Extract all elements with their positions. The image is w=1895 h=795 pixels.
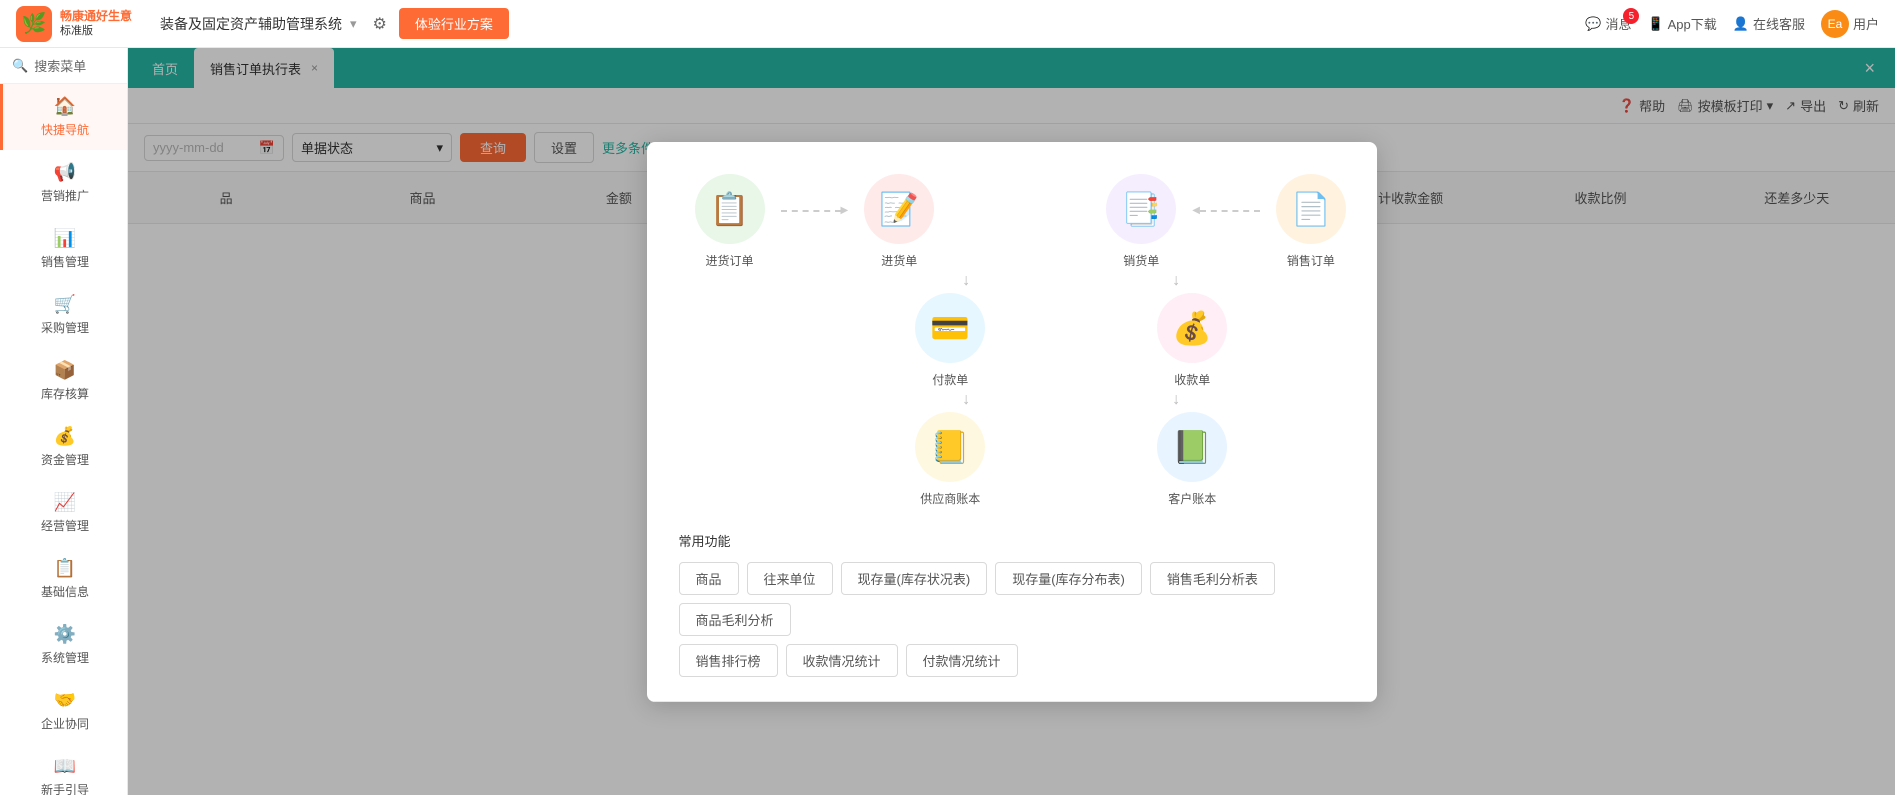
func-btn-payment-stat[interactable]: 付款情况统计 [906,644,1018,677]
func-buttons-row1: 商品 往来单位 现存量(库存状况表) 现存量(库存分布表) 销售毛利分析表 商品… [679,562,1345,636]
search-menu-btn[interactable]: 🔍 搜索菜单 [0,48,127,84]
search-icon: 🔍 [12,58,28,74]
logo-text: 畅康通好生意 标准版 [60,9,132,39]
purchase-icon: 🛒 [54,294,76,315]
sidebar-item-purchase[interactable]: 🛒 采购管理 [0,282,127,348]
enterprise-icon: 🤝 [54,690,76,711]
func-btn-product-gross[interactable]: 商品毛利分析 [679,603,791,636]
finance-icon: 💰 [54,426,76,447]
sidebar-item-finance[interactable]: 💰 资金管理 [0,414,127,480]
func-btn-receipt-stat[interactable]: 收款情况统计 [786,644,898,677]
purchase-receipt-icon: 📝 [864,174,934,244]
sidebar-item-sales[interactable]: 📊 销售管理 [0,216,127,282]
sidebar-item-basic[interactable]: 📋 基础信息 [0,546,127,612]
sidebar-item-inventory[interactable]: 📦 库存核算 [0,348,127,414]
modal-overlay[interactable]: 📋 进货订单 ▶ [128,48,1895,795]
app-download-btn[interactable]: 📱 App下载 [1647,14,1716,33]
common-functions: 常用功能 商品 往来单位 现存量(库存状况表) 现存量(库存分布表) 销售毛利分… [679,531,1345,677]
flow-node-supplier-account[interactable]: 📒 供应商账本 [915,412,985,507]
func-btn-stock-status[interactable]: 现存量(库存状况表) [841,562,988,595]
sales-order-icon: 📄 [1276,174,1346,244]
service-icon: 👤 [1733,16,1749,32]
sales-receipt-icon: 📑 [1106,174,1176,244]
modal-scrollbar: ◀ ▶ [647,701,1377,702]
inventory-icon: 📦 [54,360,76,381]
logo-area: 🌿 畅康通好生意 标准版 [16,6,144,42]
sidebar-item-system[interactable]: ⚙️ 系统管理 [0,612,127,678]
func-btn-sales-gross[interactable]: 销售毛利分析表 [1150,562,1275,595]
arrow-down-payment: ↓ [962,273,970,289]
customer-account-icon: 📗 [1157,412,1227,482]
sidebar-item-operation[interactable]: 📈 经营管理 [0,480,127,546]
flow-node-purchase-order[interactable]: 📋 进货订单 [695,174,765,269]
system-title: 装备及固定资产辅助管理系统 ▾ ⚙ [160,14,387,34]
receipt-icon: 💰 [1157,293,1227,363]
message-badge: 5 [1623,8,1639,24]
top-right-area: 💬 消息 5 📱 App下载 👤 在线客服 Ea 用户 [1585,10,1879,38]
system-arrow-icon[interactable]: ▾ [350,16,357,32]
marketing-icon: 📢 [54,162,76,183]
sidebar-item-quick-nav[interactable]: 🏠 快捷导航 [0,84,127,150]
trial-button[interactable]: 体验行业方案 [399,8,509,39]
quick-nav-modal: 📋 进货订单 ▶ [647,142,1377,702]
common-title: 常用功能 [679,531,1345,550]
func-btn-stock-dist[interactable]: 现存量(库存分布表) [995,562,1142,595]
download-icon: 📱 [1647,16,1663,32]
operation-icon: 📈 [54,492,76,513]
avatar: Ea [1821,10,1849,38]
guide-icon: 📖 [54,756,76,777]
sales-icon: 📊 [54,228,76,249]
home-icon: 🏠 [54,96,76,117]
func-buttons-row2: 销售排行榜 收款情况统计 付款情况统计 [679,644,1345,677]
func-btn-sales-rank[interactable]: 销售排行榜 [679,644,778,677]
flow-diagram: 📋 进货订单 ▶ [679,174,1345,507]
arrow-down-receipt: ↓ [1172,273,1180,289]
flow-node-customer-account[interactable]: 📗 客户账本 [1157,412,1227,507]
payment-icon: 💳 [915,293,985,363]
system-icon: ⚙️ [54,624,76,645]
purchase-order-icon: 📋 [695,174,765,244]
main-content: 首页 销售订单执行表 × × ❓ 帮助 🖨 按模板打印 ▾ [128,48,1895,795]
flow-node-payment[interactable]: 💳 付款单 [915,293,985,388]
sidebar-item-marketing[interactable]: 📢 营销推广 [0,150,127,216]
message-btn[interactable]: 💬 消息 5 [1585,14,1631,33]
settings-icon[interactable]: ⚙ [373,14,387,34]
basic-icon: 📋 [54,558,76,579]
system-name: 装备及固定资产辅助管理系统 [160,14,342,34]
flow-node-purchase-receipt[interactable]: 📝 进货单 [864,174,934,269]
message-icon: 💬 [1585,16,1601,32]
sidebar-item-enterprise[interactable]: 🤝 企业协同 [0,678,127,744]
flow-node-sales-order[interactable]: 📄 销售订单 [1276,174,1346,269]
flow-node-sales-receipt[interactable]: 📑 销货单 [1106,174,1176,269]
supplier-account-icon: 📒 [915,412,985,482]
flow-node-receipt[interactable]: 💰 收款单 [1157,293,1227,388]
sidebar: 🔍 搜索菜单 🏠 快捷导航 📢 营销推广 📊 销售管理 🛒 采购管理 📦 [0,48,128,795]
logo-icon: 🌿 [16,6,52,42]
arrow-down-supplier: ↓ [962,392,970,408]
sidebar-item-guide[interactable]: 📖 新手引导 [0,744,127,795]
func-btn-product[interactable]: 商品 [679,562,739,595]
online-service-btn[interactable]: 👤 在线客服 [1733,14,1805,33]
arrow-down-customer: ↓ [1172,392,1180,408]
user-menu[interactable]: Ea 用户 [1821,10,1879,38]
func-btn-partners[interactable]: 往来单位 [747,562,833,595]
